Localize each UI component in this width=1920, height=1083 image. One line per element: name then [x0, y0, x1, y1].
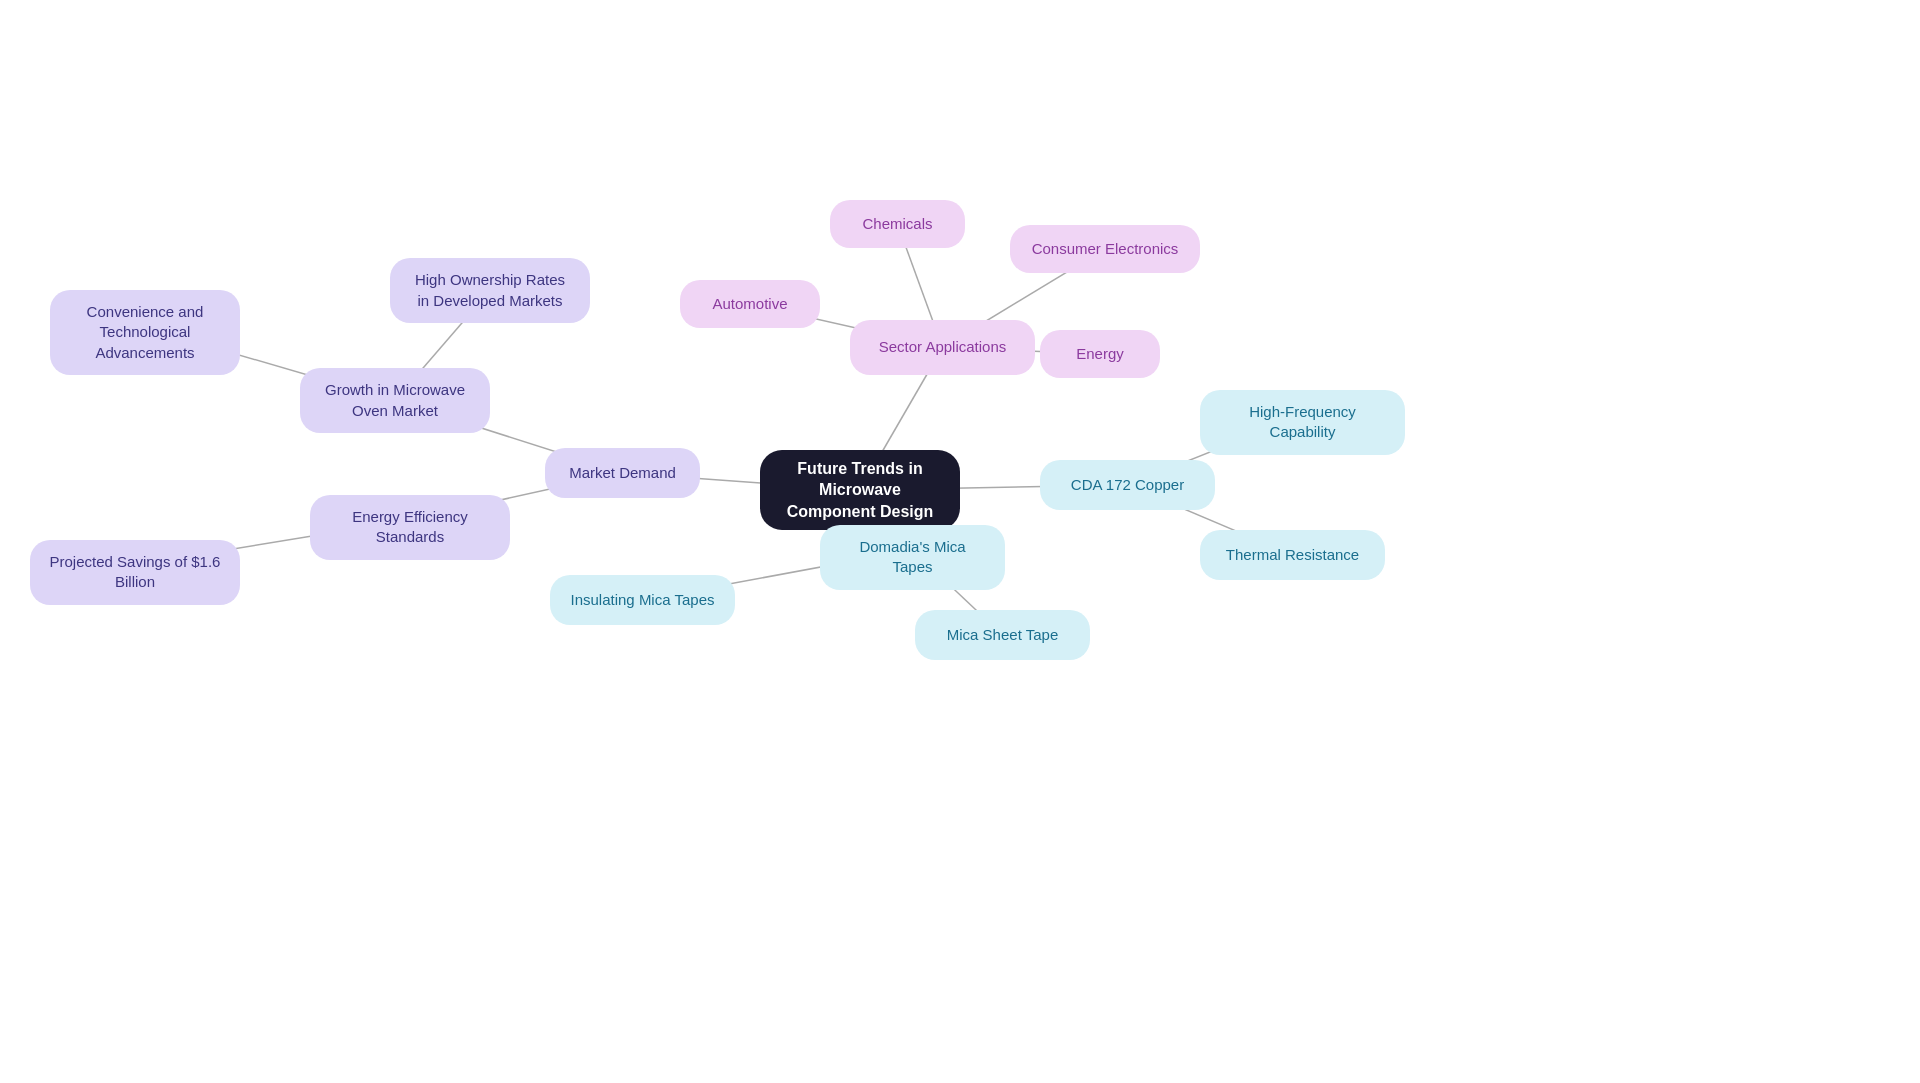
node-thermal_resistance: Thermal Resistance [1200, 530, 1385, 580]
node-label-energy: Energy [1076, 344, 1124, 364]
node-label-center: Future Trends in Microwave Component Des… [778, 458, 942, 523]
node-high_freq: High-Frequency Capability [1200, 390, 1405, 455]
node-cda_copper: CDA 172 Copper [1040, 460, 1215, 510]
node-insulating_mica: Insulating Mica Tapes [550, 575, 735, 625]
node-automotive: Automotive [680, 280, 820, 328]
node-sector_applications: Sector Applications [850, 320, 1035, 375]
node-label-thermal_resistance: Thermal Resistance [1226, 545, 1359, 565]
node-mica_sheet: Mica Sheet Tape [915, 610, 1090, 660]
node-label-energy_efficiency: Energy Efficiency Standards [328, 507, 492, 548]
node-label-growth_microwave: Growth in Microwave Oven Market [318, 380, 472, 421]
node-energy: Energy [1040, 330, 1160, 378]
node-energy_efficiency: Energy Efficiency Standards [310, 495, 510, 560]
node-projected_savings: Projected Savings of $1.6 Billion [30, 540, 240, 605]
node-label-mica_sheet: Mica Sheet Tape [947, 625, 1058, 645]
node-chemicals: Chemicals [830, 200, 965, 248]
node-high_ownership: High Ownership Rates in Developed Market… [390, 258, 590, 323]
node-label-projected_savings: Projected Savings of $1.6 Billion [48, 552, 222, 593]
node-domadia_mica: Domadia's Mica Tapes [820, 525, 1005, 590]
node-center: Future Trends in Microwave Component Des… [760, 450, 960, 530]
mind-map: Future Trends in Microwave Component Des… [0, 0, 1920, 1083]
node-convenience: Convenience and Technological Advancemen… [50, 290, 240, 375]
node-label-domadia_mica: Domadia's Mica Tapes [838, 537, 987, 578]
node-label-automotive: Automotive [712, 294, 787, 314]
node-label-cda_copper: CDA 172 Copper [1071, 475, 1184, 495]
node-label-convenience: Convenience and Technological Advancemen… [68, 302, 222, 363]
node-market_demand: Market Demand [545, 448, 700, 498]
node-label-high_ownership: High Ownership Rates in Developed Market… [408, 270, 572, 311]
node-growth_microwave: Growth in Microwave Oven Market [300, 368, 490, 433]
node-consumer_electronics: Consumer Electronics [1010, 225, 1200, 273]
node-label-insulating_mica: Insulating Mica Tapes [571, 590, 715, 610]
node-label-consumer_electronics: Consumer Electronics [1032, 239, 1179, 259]
node-label-chemicals: Chemicals [862, 214, 932, 234]
node-label-sector_applications: Sector Applications [879, 337, 1007, 357]
node-label-high_freq: High-Frequency Capability [1218, 402, 1387, 443]
node-label-market_demand: Market Demand [569, 463, 676, 483]
